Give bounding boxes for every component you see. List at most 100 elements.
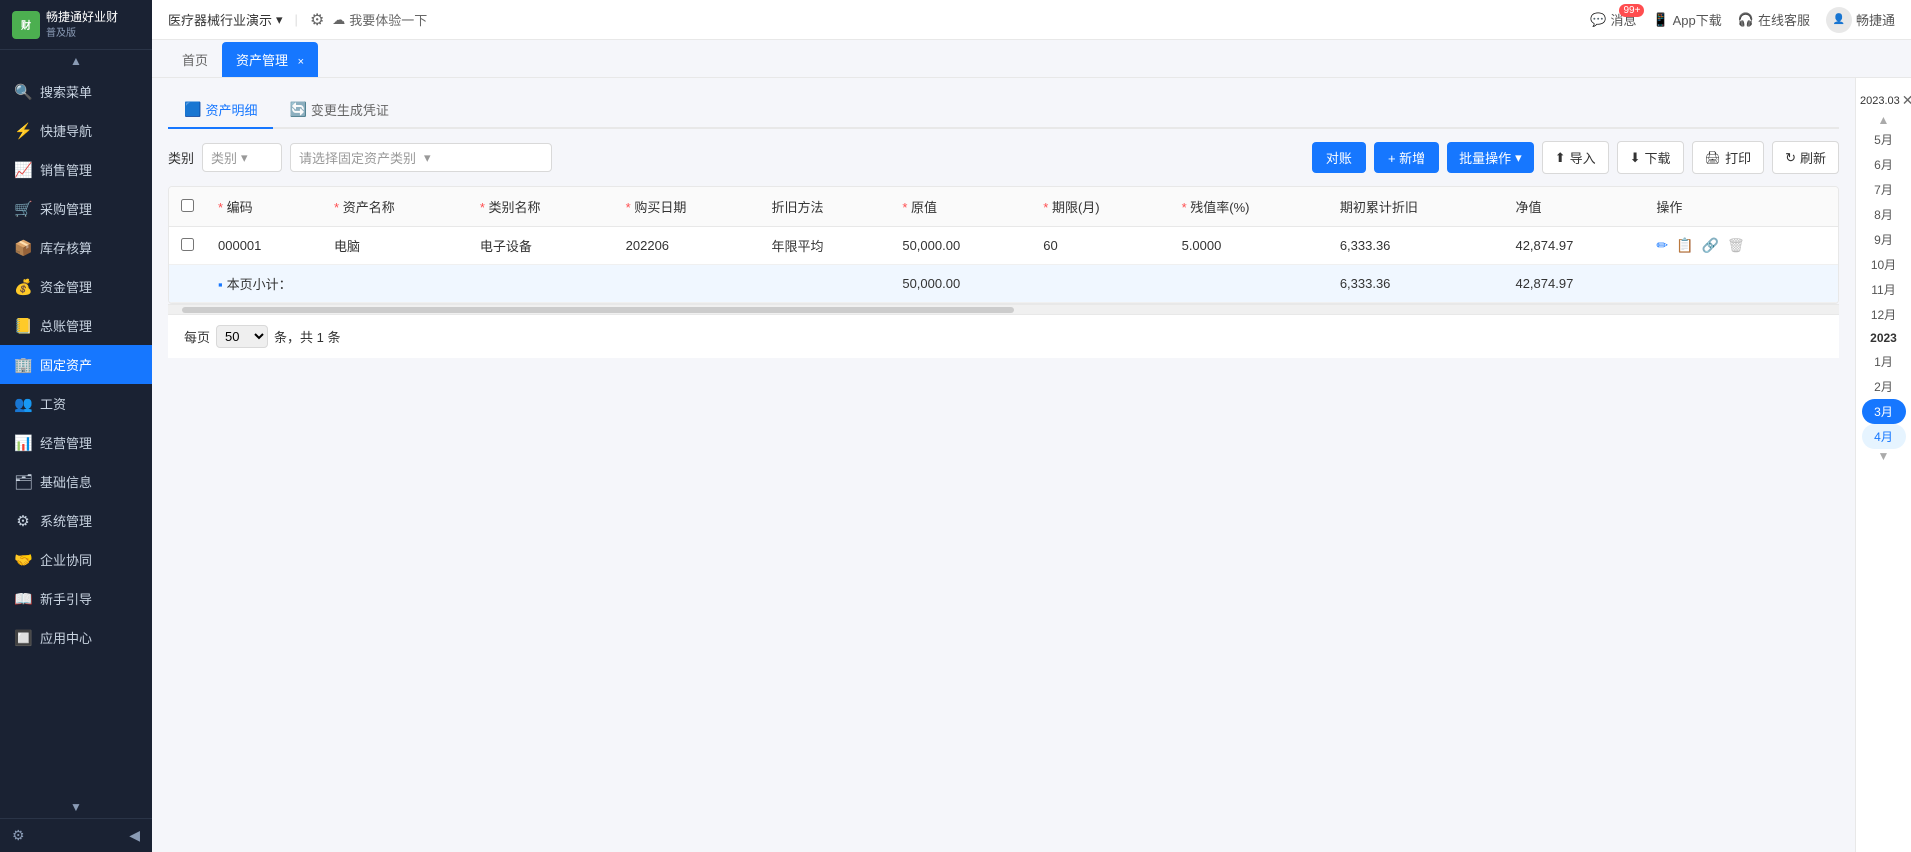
sidebar-item-payroll[interactable]: 👥 工资 [0, 384, 152, 423]
quicknav-icon: ⚡ [14, 122, 32, 140]
sidebar-item-guide-label: 新手引导 [40, 589, 92, 608]
tab-asset-management[interactable]: 资产管理 × [222, 42, 318, 77]
topbar-experience[interactable]: ☁ 我要体验一下 [332, 10, 427, 29]
topbar-company[interactable]: 医疗器械行业演示 ▾ [168, 10, 283, 29]
change-voucher-icon: 🔄 [289, 101, 306, 118]
filter-label: 类别 [168, 148, 194, 167]
print-icon: 🖨 [1705, 150, 1722, 166]
sidebar-item-purchase[interactable]: 🛒 采购管理 [0, 189, 152, 228]
sub-tab-change-voucher[interactable]: 🔄 变更生成凭证 [273, 92, 404, 129]
sidebar-item-operations[interactable]: 📊 经营管理 [0, 423, 152, 462]
topbar-settings-icon[interactable]: ⚙ [310, 10, 324, 30]
delete-icon[interactable]: 🗑 [1727, 237, 1745, 254]
sidebar-item-guide[interactable]: 📖 新手引导 [0, 579, 152, 618]
page-size-select[interactable]: 50 100 [216, 325, 268, 348]
sidebar-item-inventory[interactable]: 📦 库存核算 [0, 228, 152, 267]
asset-detail-icon: 🟦 [184, 101, 201, 118]
sidebar-item-fixed-assets[interactable]: 🏢 固定资产 [0, 345, 152, 384]
new-btn[interactable]: + 新增 [1374, 142, 1439, 173]
sidebar-scroll-up[interactable]: ▲ [0, 50, 152, 72]
link-icon[interactable]: 🔗 [1702, 237, 1719, 254]
month-6[interactable]: 6月 [1862, 152, 1906, 177]
month-8[interactable]: 8月 [1862, 202, 1906, 227]
copy-icon[interactable]: 📋 [1676, 237, 1693, 254]
month-12[interactable]: 12月 [1862, 302, 1906, 327]
tab-close-icon[interactable]: × [298, 56, 304, 68]
user-btn[interactable]: 👤 畅捷通 [1826, 7, 1895, 33]
year-label: 2023 [1866, 327, 1901, 349]
collapse-icon[interactable]: ◀ [129, 827, 140, 844]
cell-depreciation-method: 年限平均 [759, 227, 890, 265]
sidebar-item-sales[interactable]: 📈 销售管理 [0, 150, 152, 189]
inventory-icon: 📦 [14, 239, 32, 257]
batch-label: 批量操作 [1459, 148, 1511, 167]
month-2[interactable]: 2月 [1862, 374, 1906, 399]
col-purchase-date: * 购买日期 [614, 187, 760, 227]
month-5[interactable]: 5月 [1862, 127, 1906, 152]
experience-cloud-icon: ☁ [332, 12, 345, 28]
tab-asset-label: 资产管理 [236, 53, 288, 68]
sidebar-item-search[interactable]: 🔍 搜索菜单 [0, 72, 152, 111]
table-row: 000001 电脑 电子设备 202206 年限平均 50,000.00 60 … [169, 227, 1838, 265]
topbar: 医疗器械行业演示 ▾ | ⚙ ☁ 我要体验一下 💬 消息 99+ 📱 App下载… [152, 0, 1911, 40]
account-btn[interactable]: 对账 [1312, 142, 1366, 173]
download-icon: 📱 [1652, 12, 1668, 28]
sidebar-item-quicknav[interactable]: ⚡ 快捷导航 [0, 111, 152, 150]
tab-home[interactable]: 首页 [168, 42, 222, 77]
month-10[interactable]: 10月 [1862, 252, 1906, 277]
company-name: 医疗器械行业演示 [168, 10, 272, 29]
tab-home-label: 首页 [182, 53, 208, 68]
sidebar-scroll-down[interactable]: ▼ [0, 796, 152, 818]
month-7[interactable]: 7月 [1862, 177, 1906, 202]
sidebar-item-app-center[interactable]: 🔲 应用中心 [0, 618, 152, 657]
panel-scroll-down[interactable]: ▼ [1878, 449, 1890, 463]
asset-category-dropdown[interactable]: 请选择固定资产类别 ▾ [290, 143, 552, 172]
settings-bottom-icon[interactable]: ⚙ [12, 827, 25, 844]
app-download-btn[interactable]: 📱 App下载 [1652, 10, 1721, 29]
month-11[interactable]: 11月 [1862, 277, 1906, 302]
select-all-checkbox[interactable] [181, 199, 194, 212]
messages-badge: 99+ [1619, 4, 1644, 17]
main-content: 🟦 资产明细 🔄 变更生成凭证 类别 类别 ▾ 请选择固定资产 [152, 78, 1855, 852]
cell-name: 电脑 [322, 227, 468, 265]
cell-residual-rate: 5.0000 [1170, 227, 1328, 265]
payroll-icon: 👥 [14, 395, 32, 413]
edit-icon[interactable]: ✏ [1656, 237, 1668, 254]
user-name: 畅捷通 [1856, 10, 1895, 29]
cell-net-value: 42,874.97 [1503, 227, 1644, 265]
panel-close-icon[interactable]: ✕ [1900, 90, 1911, 111]
month-4[interactable]: 4月 [1862, 424, 1906, 449]
col-net-value: 净值 [1503, 187, 1644, 227]
messages-btn[interactable]: 💬 消息 99+ [1590, 10, 1636, 29]
horizontal-scrollbar[interactable] [168, 304, 1839, 314]
refresh-btn[interactable]: ↻ 刷新 [1772, 141, 1839, 174]
tab-bar: 首页 资产管理 × [152, 40, 1911, 78]
online-service-btn[interactable]: 🎧 在线客服 [1738, 10, 1810, 29]
batch-dropdown-icon: ▾ [1515, 150, 1522, 166]
category-type-select[interactable]: 类别 ▾ [202, 143, 282, 172]
sidebar-item-enterprise[interactable]: 🤝 企业协同 [0, 540, 152, 579]
cell-period: 60 [1031, 227, 1169, 265]
month-1[interactable]: 1月 [1862, 349, 1906, 374]
row-checkbox[interactable] [181, 238, 194, 251]
sidebar-item-purchase-label: 采购管理 [40, 199, 92, 218]
sidebar-item-fund[interactable]: 💰 资金管理 [0, 267, 152, 306]
scrollbar-thumb[interactable] [182, 307, 1014, 313]
sidebar-item-basic-info[interactable]: 🗂 基础信息 [0, 462, 152, 501]
sub-tab-asset-detail[interactable]: 🟦 资产明细 [168, 92, 273, 129]
print-label: 打印 [1725, 148, 1751, 167]
app-download-label: App下载 [1673, 10, 1722, 29]
panel-scroll-up[interactable]: ▲ [1878, 113, 1890, 127]
sidebar-bottom: ⚙ ◀ [0, 818, 152, 852]
import-btn[interactable]: ⬆ 导入 [1542, 141, 1609, 174]
print-btn[interactable]: 🖨 打印 [1692, 141, 1765, 174]
sidebar-item-system[interactable]: ⚙ 系统管理 [0, 501, 152, 540]
download-btn[interactable]: ⬇ 下载 [1617, 141, 1684, 174]
month-9[interactable]: 9月 [1862, 227, 1906, 252]
batch-btn[interactable]: 批量操作 ▾ [1447, 142, 1534, 173]
month-3[interactable]: 3月 [1862, 399, 1906, 424]
sidebar-item-ledger[interactable]: 📒 总账管理 [0, 306, 152, 345]
sidebar-item-ledger-label: 总账管理 [40, 316, 92, 335]
purchase-icon: 🛒 [14, 200, 32, 218]
sidebar-logo: 财 畅捷通好业财 普及版 [0, 0, 152, 50]
